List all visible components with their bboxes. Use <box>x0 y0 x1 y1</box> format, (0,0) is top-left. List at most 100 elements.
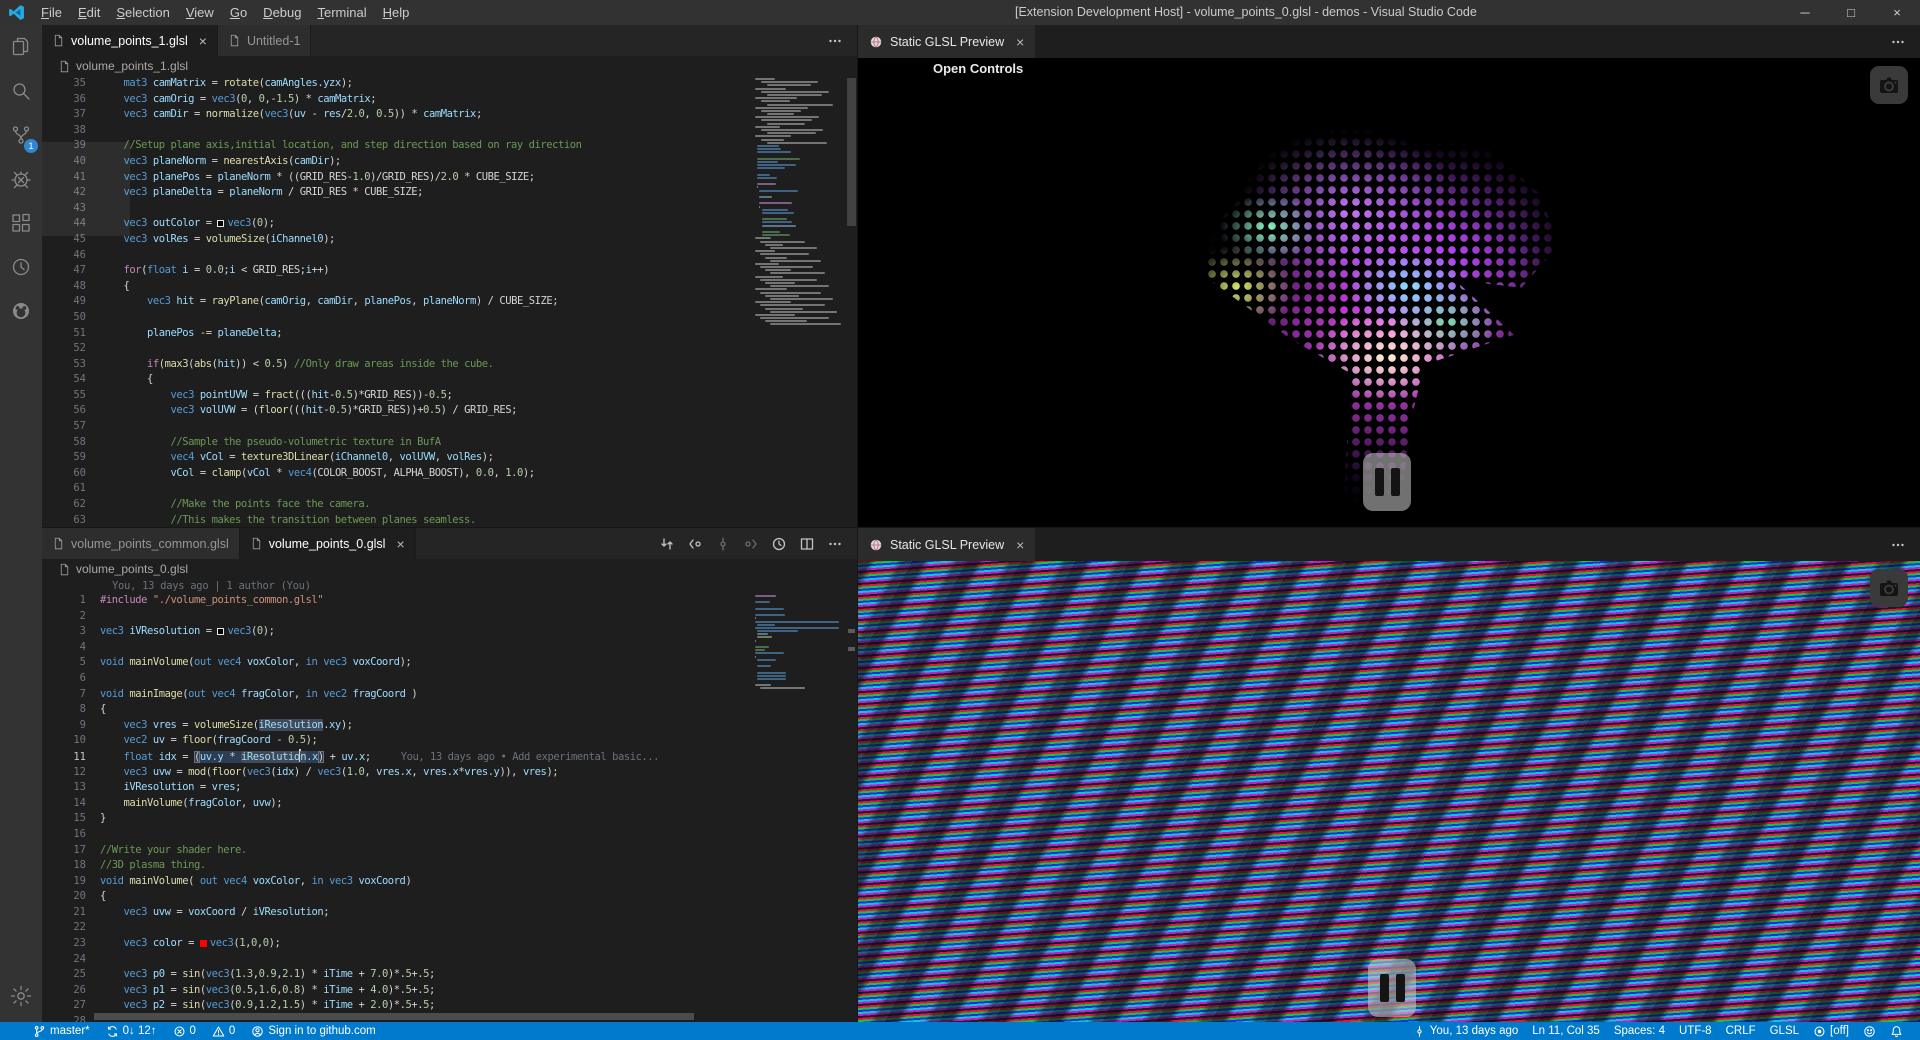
status-bell[interactable] <box>1883 1022 1910 1040</box>
code-line-2[interactable]: 2 <box>42 609 755 625</box>
code-line-11[interactable]: 11 float idx = (uv.y * iResolution.x) + … <box>42 748 755 765</box>
code-line-10[interactable]: 10 vec2 uv = floor(fragCoord - 0.5); <box>42 733 755 749</box>
breadcrumb[interactable]: volume_points_1.glsl <box>42 56 857 76</box>
menu-view[interactable]: View <box>178 0 222 25</box>
code-line-16[interactable]: 16 <box>42 827 755 843</box>
code-line-55[interactable]: 55 vec3 pointUVW = fract(((hit-0.5)*GRID… <box>42 388 755 404</box>
tab-volume_points_1.glsl[interactable]: volume_points_1.glsl × <box>42 25 218 56</box>
screenshot-camera-button[interactable] <box>1870 66 1908 104</box>
code-editor-top[interactable]: 35 mat3 camMatrix = rotate(camAngles.yzx… <box>42 76 755 527</box>
code-line-60[interactable]: 60 vCol = clamp(vCol * vec4(COLOR_BOOST,… <box>42 466 755 482</box>
status-0[interactable]: 0 <box>205 1022 242 1040</box>
code-line-40[interactable]: 40 vec3 planeNorm = nearestAxis(camDir); <box>42 154 755 170</box>
code-line-47[interactable]: 47 for(float i = 0.0;i < GRID_RES;i++) <box>42 263 755 279</box>
status-off[interactable]: [off] <box>1806 1022 1856 1040</box>
code-editor-bottom[interactable]: 1 #include "./volume_points_common.glsl" 2… <box>42 593 755 1022</box>
tab-Untitled-1[interactable]: Untitled-1 <box>217 25 312 56</box>
status-glsl[interactable]: GLSL <box>1763 1022 1806 1040</box>
maximize-button[interactable]: □ <box>1828 0 1874 25</box>
tab-volume_points_0.glsl[interactable]: volume_points_0.glsl × <box>239 528 416 559</box>
close-icon[interactable]: × <box>1016 35 1024 49</box>
more-icon[interactable] <box>827 33 843 49</box>
pause-button[interactable] <box>1363 453 1411 511</box>
code-line-7[interactable]: 7 void mainImage(out vec4 fragColor, in v… <box>42 687 755 703</box>
code-line-4[interactable]: 4 <box>42 640 755 656</box>
code-line-35[interactable]: 35 mat3 camMatrix = rotate(camAngles.yzx… <box>42 76 755 92</box>
code-line-57[interactable]: 57 <box>42 419 755 435</box>
code-line-20[interactable]: 20{ <box>42 889 755 905</box>
close-button[interactable]: × <box>1874 0 1920 25</box>
status-0[interactable]: 0 <box>166 1022 203 1040</box>
close-icon[interactable]: × <box>199 34 207 48</box>
split-editor-icon[interactable] <box>799 536 815 552</box>
sidebar-item-source-control[interactable]: 1 <box>0 113 42 157</box>
code-line-22[interactable]: 22 <box>42 920 755 936</box>
code-line-17[interactable]: 17//Write your shader here. <box>42 843 755 859</box>
code-line-13[interactable]: 13 iVResolution = vres; <box>42 780 755 796</box>
code-line-14[interactable]: 14 mainVolume(fragColor, uvw); <box>42 796 755 812</box>
close-icon[interactable]: × <box>1016 538 1024 552</box>
code-line-48[interactable]: 48 { <box>42 279 755 295</box>
code-line-59[interactable]: 59 vec4 vCol = texture3DLinear(iChannel0… <box>42 450 755 466</box>
code-line-52[interactable]: 52 <box>42 341 755 357</box>
menu-file[interactable]: File <box>33 0 70 25</box>
next-change-icon[interactable] <box>743 536 759 552</box>
vertical-scrollbar[interactable] <box>847 78 856 226</box>
tab-static-glsl-preview[interactable]: Static GLSL Preview × <box>858 528 1036 561</box>
code-line-15[interactable]: 15} <box>42 811 755 827</box>
tab-volume_points_common.glsl[interactable]: volume_points_common.glsl <box>42 528 240 559</box>
status-0-12[interactable]: 0↓ 12↑ <box>99 1022 164 1040</box>
open-controls-button[interactable]: Open Controls <box>933 61 1023 76</box>
tab-static-glsl-preview[interactable]: Static GLSL Preview × <box>858 25 1036 58</box>
menu-selection[interactable]: Selection <box>108 0 177 25</box>
menu-edit[interactable]: Edit <box>70 0 108 25</box>
sidebar-item-extensions[interactable] <box>0 201 42 245</box>
code-line-39[interactable]: 39 //Setup plane axis,initial location, … <box>42 138 755 154</box>
menu-terminal[interactable]: Terminal <box>309 0 374 25</box>
code-line-50[interactable]: 50 <box>42 310 755 326</box>
minimap[interactable] <box>755 78 843 327</box>
more-actions-icon[interactable] <box>1876 25 1920 58</box>
code-line-53[interactable]: 53 if(max3(abs(hit)) < 0.5) //Only draw … <box>42 357 755 373</box>
code-line-38[interactable]: 38 <box>42 123 755 139</box>
status-you-13-days-ago[interactable]: You, 13 days ago <box>1406 1022 1525 1040</box>
code-line-27[interactable]: 27 vec3 p2 = sin(vec3(0.9,1.2,1.5) * iTi… <box>42 998 755 1014</box>
code-line-24[interactable]: 24 <box>42 952 755 968</box>
code-line-8[interactable]: 8{ <box>42 702 755 718</box>
code-line-42[interactable]: 42 vec3 planeDelta = planeNorm / GRID_RE… <box>42 185 755 201</box>
code-line-6[interactable]: 6 <box>42 671 755 687</box>
more-actions-icon[interactable] <box>1876 528 1920 561</box>
code-line-19[interactable]: 19 void mainVolume( out vec4 voxColor, in… <box>42 874 755 890</box>
status-spaces-4[interactable]: Spaces: 4 <box>1607 1022 1672 1040</box>
open-changes-icon[interactable] <box>659 536 675 552</box>
close-icon[interactable]: × <box>396 537 404 551</box>
code-line-5[interactable]: 5 void mainVolume(out vec4 voxColor, in v… <box>42 655 755 671</box>
sidebar-item-github[interactable] <box>0 289 42 333</box>
code-line-62[interactable]: 62 //Make the points face the camera. <box>42 497 755 513</box>
history-icon[interactable] <box>771 536 787 552</box>
pause-button[interactable] <box>1368 959 1416 1017</box>
preview-viewport-top[interactable]: Open Controls <box>858 58 1920 527</box>
previous-change-icon[interactable] <box>687 536 703 552</box>
menu-debug[interactable]: Debug <box>255 0 309 25</box>
commit-icon[interactable] <box>715 536 731 552</box>
code-line-58[interactable]: 58 //Sample the pseudo-volumetric textur… <box>42 435 755 451</box>
status-master[interactable]: master* <box>26 1022 97 1040</box>
menu-help[interactable]: Help <box>375 0 418 25</box>
code-line-49[interactable]: 49 vec3 hit = rayPlane(camOrig, camDir, … <box>42 294 755 310</box>
screenshot-camera-button[interactable] <box>1870 569 1908 607</box>
code-line-61[interactable]: 61 <box>42 481 755 497</box>
code-line-41[interactable]: 41 vec3 planePos = planeNorm * ((GRID_RE… <box>42 170 755 186</box>
minimap[interactable] <box>755 595 843 691</box>
sidebar-item-search[interactable] <box>0 69 42 113</box>
code-line-18[interactable]: 18//3D plasma thing. <box>42 858 755 874</box>
status-sign-in-to-github-com[interactable]: Sign in to github.com <box>244 1022 382 1040</box>
minimize-button[interactable]: ─ <box>1782 0 1828 25</box>
status-crlf[interactable]: CRLF <box>1719 1022 1763 1040</box>
breadcrumb[interactable]: volume_points_0.glsl <box>42 559 857 579</box>
code-line-63[interactable]: 63 //This makes the transition between p… <box>42 513 755 527</box>
code-line-56[interactable]: 56 vec3 volUVW = (floor(((hit-0.5)*GRID_… <box>42 403 755 419</box>
code-line-37[interactable]: 37 vec3 camDir = normalize(vec3(uv - res… <box>42 107 755 123</box>
code-line-26[interactable]: 26 vec3 p1 = sin(vec3(0.5,1.6,0.8) * iTi… <box>42 983 755 999</box>
sidebar-item-run-debug[interactable] <box>0 157 42 201</box>
